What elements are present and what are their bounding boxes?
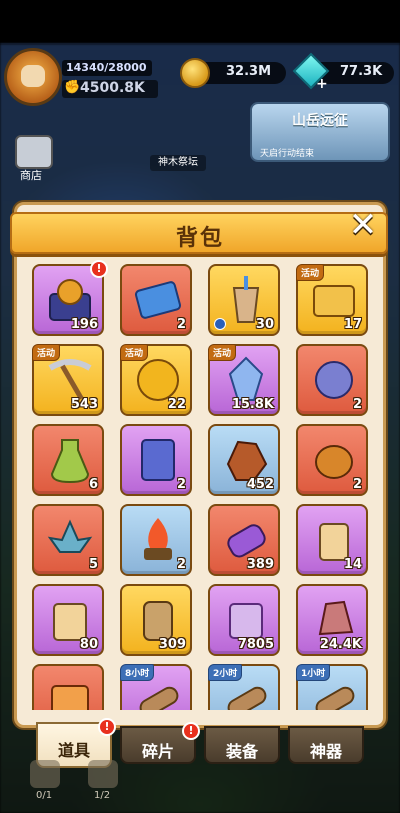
- timer-tag: 2小时: [208, 664, 243, 681]
- item-slot-pickaxe[interactable]: 543 活动: [32, 344, 104, 416]
- alert-badge-icon: !: [90, 260, 108, 278]
- item-quantity: 196: [70, 317, 98, 332]
- item-quantity: 80: [79, 637, 98, 652]
- item-quantity: 309: [158, 637, 186, 652]
- item-slot-red-crystal-ore[interactable]: 24.4K: [296, 584, 368, 656]
- event-subtitle: 天启行动结束: [260, 149, 315, 159]
- item-quantity: 2: [176, 477, 186, 492]
- item-slot-log-timed-1h[interactable]: 1小时: [296, 664, 368, 710]
- footer-quest-icon[interactable]: [30, 760, 60, 788]
- tab-label: 神器: [309, 742, 342, 761]
- item-slot-lion-treasure-chest[interactable]: 196!: [32, 260, 108, 336]
- item-quantity: 2: [352, 397, 362, 412]
- item-slot-rune-stone[interactable]: 2: [296, 344, 368, 416]
- item-slot-blue-ticket-scroll[interactable]: 2: [120, 264, 192, 336]
- shop-button[interactable]: [15, 135, 53, 169]
- item-quantity: 17: [343, 317, 362, 332]
- item-slot-red-card[interactable]: [32, 664, 104, 710]
- power-value: 4500.8K: [80, 80, 145, 96]
- item-quantity: 543: [70, 397, 98, 412]
- item-quantity: 14: [343, 557, 362, 572]
- footer-tools-icon[interactable]: [88, 760, 118, 788]
- item-quantity: 15.8K: [231, 397, 274, 412]
- item-slot-log-timed-2h[interactable]: 2小时: [208, 664, 280, 710]
- coin-icon: [180, 58, 210, 88]
- event-tag: 活动: [208, 344, 237, 361]
- item-quantity: 2: [176, 317, 186, 332]
- item-slot-fire-brazier[interactable]: 2: [120, 504, 192, 576]
- item-slot-golden-treasure-map[interactable]: 17 活动: [296, 264, 368, 336]
- bag-title: 背包: [175, 226, 224, 251]
- event-tag: 活动: [296, 264, 325, 281]
- clock-icon: [214, 318, 226, 330]
- item-quantity: 2: [176, 557, 186, 572]
- item-slot-green-potion-bottle[interactable]: 6: [32, 424, 104, 496]
- item-slot-blue-lotus-flower[interactable]: 5: [32, 504, 104, 576]
- item-slot-gold-coin-token[interactable]: 22 活动: [120, 344, 192, 416]
- item-slot-horned-scroll[interactable]: 14: [296, 504, 368, 576]
- event-title: 山岳远征: [292, 113, 348, 129]
- gem-value: 77.3K: [340, 64, 383, 79]
- timer-tag: 1小时: [296, 664, 331, 681]
- item-slot-blue-crystal[interactable]: 15.8K 活动: [208, 344, 280, 416]
- item-quantity: 2: [352, 477, 362, 492]
- event-tag: 活动: [32, 344, 61, 361]
- item-quantity: 6: [88, 477, 98, 492]
- item-slot-wooden-scroll[interactable]: 309: [120, 584, 192, 656]
- item-slot-purple-parchment[interactable]: 7805: [208, 584, 280, 656]
- tab-label: 装备: [225, 742, 258, 761]
- shop-label: 商店: [20, 169, 42, 182]
- tab-1[interactable]: 碎片!: [120, 722, 200, 764]
- tab-label: 道具: [57, 741, 90, 760]
- item-slot-log-timed-8h[interactable]: 8小时: [120, 664, 192, 710]
- avatar-face-icon: [21, 65, 45, 87]
- fist-icon: ✊: [64, 80, 81, 95]
- item-quantity: 5: [88, 557, 98, 572]
- item-slot-horned-map-scroll[interactable]: 80: [32, 584, 104, 656]
- tab-alert-badge-icon: !: [98, 718, 116, 736]
- item-quantity: 22: [167, 397, 186, 412]
- item-quantity: 389: [246, 557, 274, 572]
- exp-text: 14340/28000: [66, 61, 147, 74]
- tab-3[interactable]: 神器: [288, 726, 364, 764]
- item-slot-lava-ore[interactable]: 452: [208, 424, 280, 496]
- close-button[interactable]: ✕: [346, 208, 380, 242]
- footer-count-right: 1/2: [94, 790, 111, 801]
- red-card-icon: [51, 685, 89, 710]
- item-slot-bubble-tea-cup[interactable]: 30: [208, 264, 280, 336]
- timer-tag: 8小时: [120, 664, 155, 681]
- item-quantity: 7805: [237, 637, 274, 652]
- coin-value: 32.3M: [226, 64, 272, 79]
- item-slot-purple-spell-scroll[interactable]: 389: [208, 504, 280, 576]
- item-slot-purple-crystal-card[interactable]: 2: [120, 424, 192, 496]
- altar-sign: 神木祭坛: [150, 155, 206, 171]
- event-tag: 活动: [120, 344, 149, 361]
- item-slot-ember-stone[interactable]: 2: [296, 424, 368, 496]
- player-avatar[interactable]: [4, 48, 62, 106]
- plus-icon[interactable]: +: [316, 76, 328, 92]
- tab-label: 碎片: [141, 742, 174, 761]
- tab-alert-badge-icon: !: [182, 722, 200, 740]
- footer-count-left: 0/1: [36, 790, 53, 801]
- item-quantity: 452: [246, 477, 274, 492]
- game-screen: 14340/28000 ✊ 4500.8K 32.3M + 77.3K 商店 山…: [0, 0, 400, 813]
- item-quantity: 24.4K: [319, 637, 362, 652]
- item-quantity: 30: [255, 317, 274, 332]
- item-grid: 196! 2 30 17 活动 543 活动 22 活动 15.8K 活动 2 6 2 452 2 5 2 389 1…: [24, 258, 376, 710]
- tab-2[interactable]: 装备: [204, 726, 280, 764]
